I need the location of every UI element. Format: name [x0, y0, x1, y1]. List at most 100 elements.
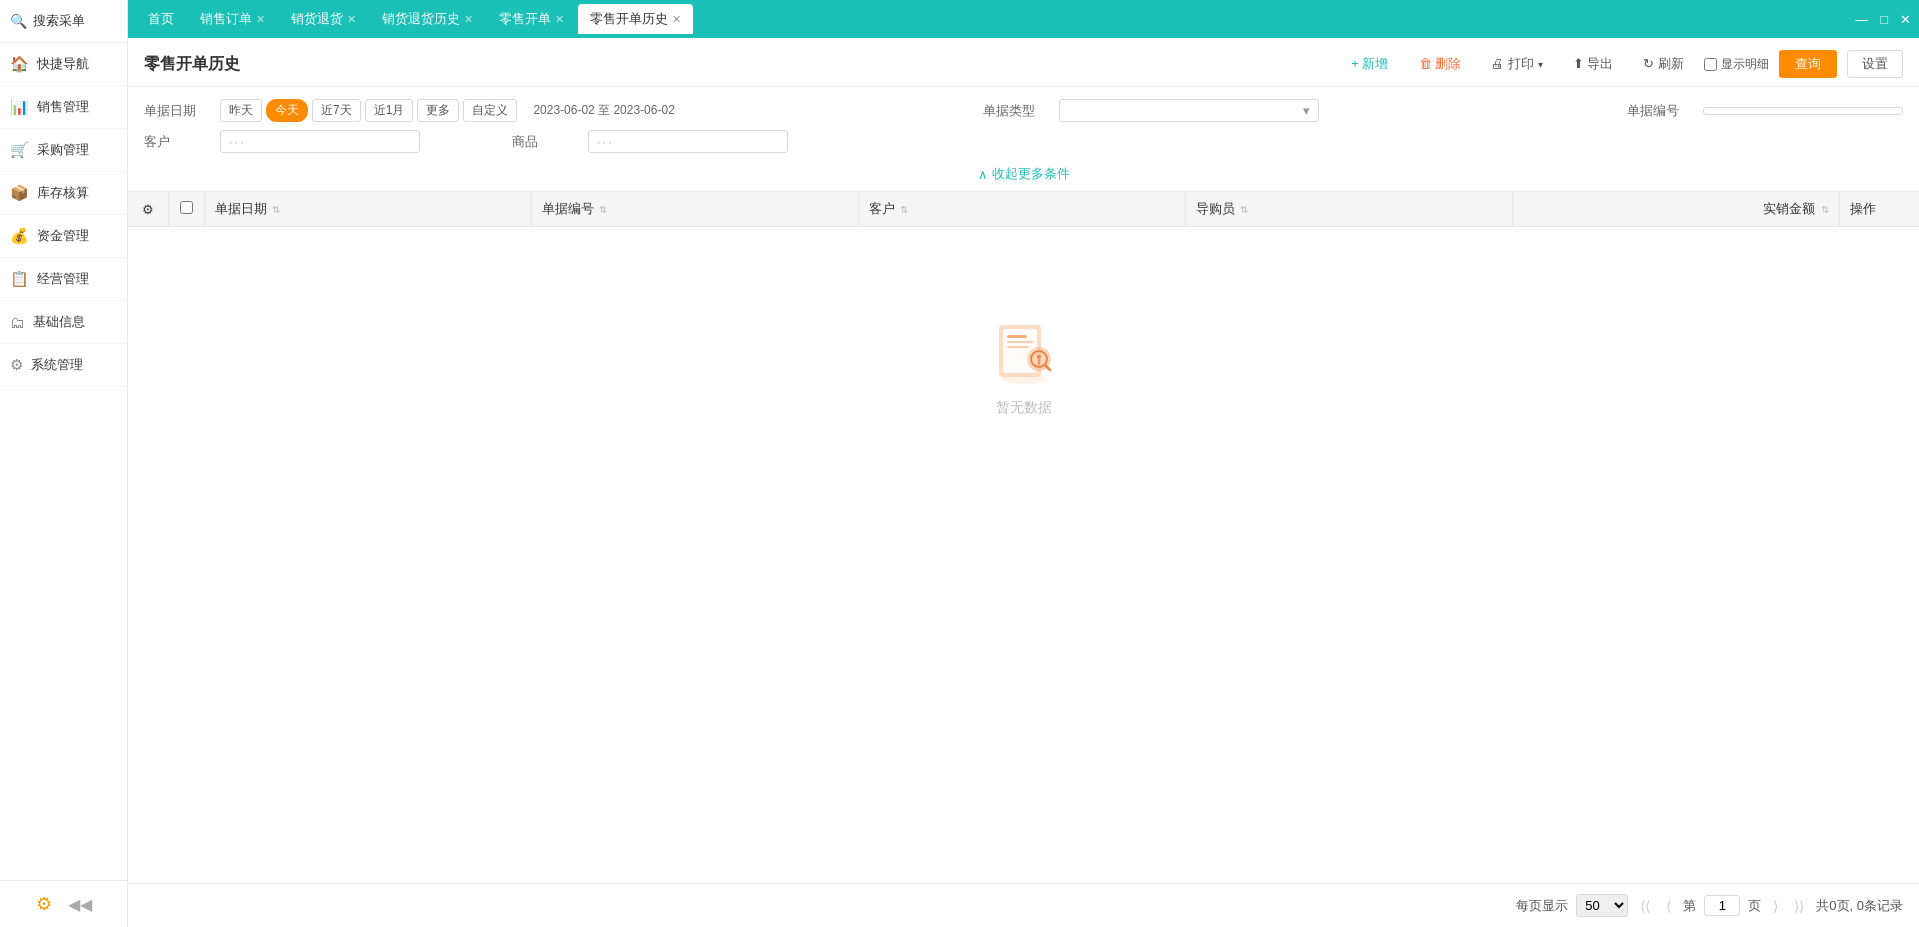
tab-close-retail-open-history[interactable]: ✕ [672, 13, 681, 26]
sort-date-icon: ⇅ [272, 204, 280, 215]
filter-row-date: 单据日期 昨天 今天 近7天 近1月 更多 自定义 2023-06-02 至 2… [144, 99, 1903, 122]
tab-close-retail-open[interactable]: ✕ [555, 13, 564, 26]
prev-page-button[interactable]: ⟨ [1662, 896, 1675, 916]
th-amount[interactable]: 实销金额 ⇅ [1512, 192, 1839, 227]
svg-rect-3 [1007, 335, 1027, 338]
table-header-row: ⚙ 单据日期 ⇅ 单据编号 ⇅ [128, 192, 1919, 227]
per-page-label: 每页显示 [1516, 897, 1568, 915]
th-order-no[interactable]: 单据编号 ⇅ [531, 192, 858, 227]
table-container: ⚙ 单据日期 ⇅ 单据编号 ⇅ [128, 192, 1919, 883]
sidebar-item-label: 基础信息 [33, 313, 85, 331]
order-type-label: 单据类型 [983, 102, 1043, 120]
export-button[interactable]: ⬆ 导出 [1563, 51, 1624, 77]
sidebar: 🔍 搜索采单 🏠 快捷导航 📊 销售管理 🛒 采购管理 📦 库存核算 💰 资金管… [0, 0, 128, 927]
svg-rect-5 [1007, 346, 1029, 348]
sidebar-bottom: ⚙ ◀◀ [0, 880, 127, 927]
collapse-sidebar-icon[interactable]: ◀◀ [68, 895, 92, 914]
total-info: 共0页, 0条记录 [1816, 897, 1903, 915]
next-page-button[interactable]: ⟩ [1769, 896, 1782, 916]
tab-close-sales-return[interactable]: ✕ [347, 13, 356, 26]
date-btn-1month[interactable]: 近1月 [365, 99, 414, 122]
setting-button[interactable]: 设置 [1847, 50, 1903, 78]
date-range-display: 2023-06-02 至 2023-06-02 [533, 102, 674, 119]
svg-rect-4 [1007, 341, 1033, 343]
th-check[interactable] [168, 192, 204, 227]
empty-state-row: 暂无数据 [128, 227, 1919, 458]
sidebar-search[interactable]: 🔍 搜索采单 [0, 0, 127, 43]
tab-retail-open[interactable]: 零售开单 ✕ [487, 4, 576, 34]
chevron-down-icon: ▾ [1303, 103, 1310, 118]
order-no-input[interactable] [1703, 107, 1903, 115]
empty-illustration [984, 307, 1064, 387]
date-btn-yesterday[interactable]: 昨天 [220, 99, 262, 122]
display-detail-checkbox[interactable]: 显示明细 [1704, 56, 1769, 73]
sidebar-item-basic-info[interactable]: 🗂 基础信息 [0, 301, 127, 344]
clipboard-icon: 📋 [10, 270, 29, 288]
maximize-icon[interactable]: □ [1880, 12, 1888, 27]
folder-icon: 🗂 [10, 314, 25, 331]
sidebar-item-label: 库存核算 [37, 184, 89, 202]
customer-placeholder: ··· [229, 134, 246, 149]
collapse-button[interactable]: ∧ 收起更多条件 [978, 165, 1070, 183]
date-btn-today[interactable]: 今天 [266, 99, 308, 122]
sidebar-item-sales-mgmt[interactable]: 📊 销售管理 [0, 86, 127, 129]
tab-close-sales-order[interactable]: ✕ [256, 13, 265, 26]
tab-retail-open-history[interactable]: 零售开单历史 ✕ [578, 4, 693, 34]
sidebar-item-system[interactable]: ⚙ 系统管理 [0, 344, 127, 387]
th-customer[interactable]: 客户 ⇅ [858, 192, 1185, 227]
gear-icon: ⚙ [10, 356, 23, 374]
sidebar-item-operations[interactable]: 📋 经营管理 [0, 258, 127, 301]
tab-close-sales-return-history[interactable]: ✕ [464, 13, 473, 26]
chevron-up-icon: ∧ [978, 167, 988, 182]
page-label: 第 [1683, 897, 1696, 915]
last-page-button[interactable]: ⟩⟩ [1790, 896, 1808, 916]
page-title: 零售开单历史 [144, 54, 240, 75]
date-btn-7days[interactable]: 近7天 [312, 99, 361, 122]
chevron-down-icon: ▾ [1538, 59, 1543, 70]
first-page-button[interactable]: ⟨⟨ [1636, 896, 1654, 916]
th-date[interactable]: 单据日期 ⇅ [204, 192, 531, 227]
tab-sales-order[interactable]: 销售订单 ✕ [188, 4, 277, 34]
settings-icon: ⚙ [142, 202, 154, 217]
data-table: ⚙ 单据日期 ⇅ 单据编号 ⇅ [128, 192, 1919, 457]
th-settings[interactable]: ⚙ [128, 192, 168, 227]
customer-input[interactable]: ··· [220, 130, 420, 153]
tab-home[interactable]: 首页 [136, 4, 186, 34]
empty-text: 暂无数据 [996, 399, 1052, 417]
display-detail-input[interactable] [1704, 58, 1717, 71]
sidebar-item-quick-nav[interactable]: 🏠 快捷导航 [0, 43, 127, 86]
date-filter-buttons: 昨天 今天 近7天 近1月 更多 自定义 [220, 99, 517, 122]
sidebar-item-inventory[interactable]: 📦 库存核算 [0, 172, 127, 215]
new-button[interactable]: + 新增 [1341, 51, 1398, 77]
close-window-icon[interactable]: ✕ [1900, 12, 1911, 27]
order-type-select[interactable]: ▾ [1059, 99, 1319, 122]
svg-line-8 [1045, 365, 1050, 370]
refresh-button[interactable]: ↻ 刷新 [1633, 51, 1694, 77]
date-btn-custom[interactable]: 自定义 [463, 99, 517, 122]
goods-input[interactable]: ··· [588, 130, 788, 153]
page-label-end: 页 [1748, 897, 1761, 915]
sidebar-item-finance[interactable]: 💰 资金管理 [0, 215, 127, 258]
delete-button[interactable]: 🗑 删除 [1409, 51, 1472, 77]
th-guide[interactable]: 导购员 ⇅ [1185, 192, 1512, 227]
settings-icon[interactable]: ⚙ [36, 893, 52, 915]
query-button[interactable]: 查询 [1779, 50, 1837, 78]
chart-icon: 📊 [10, 98, 29, 116]
select-all-checkbox[interactable] [180, 201, 193, 214]
sidebar-item-purchase-mgmt[interactable]: 🛒 采购管理 [0, 129, 127, 172]
print-button[interactable]: 🖨 打印 ▾ [1481, 51, 1553, 77]
minimize-icon[interactable]: — [1855, 12, 1868, 27]
date-btn-more[interactable]: 更多 [417, 99, 459, 122]
home-icon: 🏠 [10, 55, 29, 73]
content-area: 零售开单历史 + 新增 🗑 删除 🖨 打印 ▾ ⬆ 导出 ↻ 刷新 [128, 38, 1919, 927]
sort-amount-icon: ⇅ [1821, 204, 1829, 215]
page-input[interactable] [1704, 895, 1740, 916]
search-icon: 🔍 [10, 13, 27, 29]
money-icon: 💰 [10, 227, 29, 245]
tab-sales-return-history[interactable]: 销货退货历史 ✕ [370, 4, 485, 34]
date-filter-label: 单据日期 [144, 102, 204, 120]
sort-order-no-icon: ⇅ [599, 204, 607, 215]
per-page-select[interactable]: 50 100 200 [1576, 894, 1628, 917]
th-action: 操作 [1839, 192, 1919, 227]
tab-sales-return[interactable]: 销货退货 ✕ [279, 4, 368, 34]
